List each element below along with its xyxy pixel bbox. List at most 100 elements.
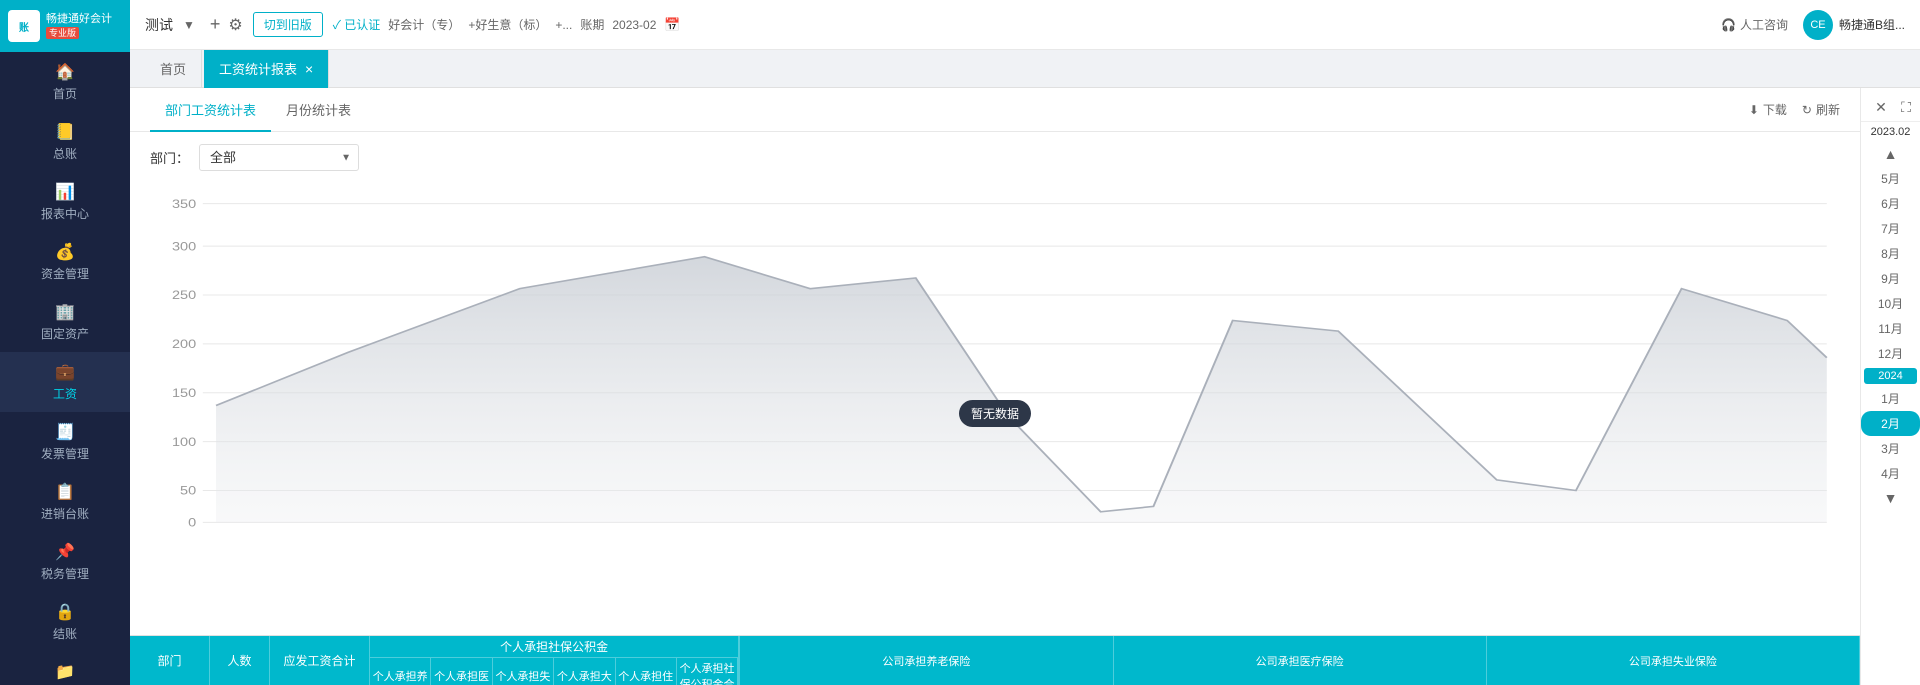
logo-icon: 账 [8, 10, 40, 42]
month-5[interactable]: 5月 [1861, 166, 1920, 191]
table-header: 部门 人数 应发工资合计 个人承担社保公积金 个人承担养老保险 个人承担医疗保险… [130, 635, 1860, 685]
month-6[interactable]: 6月 [1861, 191, 1920, 216]
th-personal-total: 个人承担社保公积金合计 [677, 658, 738, 685]
ledger-icon: 📒 [55, 122, 75, 142]
invoice-icon: 🧾 [55, 422, 75, 442]
svg-text:150: 150 [172, 386, 196, 399]
logo-text: 畅捷通好会计 专业版 [46, 12, 112, 41]
sidebar-item-close[interactable]: 🔒 结账 [0, 592, 130, 652]
close-accounts-icon: 🔒 [55, 602, 75, 622]
svg-text:350: 350 [172, 197, 196, 210]
topbar-actions: + ⚙ [210, 14, 243, 35]
filter-bar: 部门： 全部 财务部 技术部 销售部 人事部 [130, 132, 1860, 183]
svg-text:0: 0 [188, 516, 196, 529]
dept-select[interactable]: 全部 财务部 技术部 销售部 人事部 [199, 144, 359, 171]
sidebar-item-ledger[interactable]: 📒 总账 [0, 112, 130, 172]
month-4[interactable]: 4月 [1861, 461, 1920, 486]
calendar-icon[interactable]: 📅 [664, 17, 680, 33]
th-personal-major-medical: 个人承担大额医疗 [554, 658, 615, 685]
avatar: CE [1803, 10, 1833, 40]
th-personal-housing-fund: 个人承担住房公积金 [616, 658, 677, 685]
th-personal-pension: 个人承担养老保险 [370, 658, 431, 685]
tab-salary-report[interactable]: 工资统计报表 × [204, 50, 329, 88]
sidebar-nav: 🏠 首页 📒 总账 📊 报表中心 💰 资金管理 🏢 固定资产 💼 工资 🧾 发票… [0, 52, 130, 685]
sidebar-item-reports[interactable]: 📊 报表中心 [0, 172, 130, 232]
tab-close-icon[interactable]: × [305, 61, 313, 77]
sidebar-item-home[interactable]: 🏠 首页 [0, 52, 130, 112]
svg-text:300: 300 [172, 240, 196, 253]
main-content: 测试 ▼ + ⚙ 切到旧版 ✓ 已认证 好会计（专） +好生意（标） +... … [130, 0, 1920, 685]
th-company-medical: 公司承担医疗保险 [1114, 636, 1487, 685]
year-label: 2023.02 [1861, 122, 1920, 142]
th-total-salary: 应发工资合计 [270, 636, 370, 685]
month-9[interactable]: 9月 [1861, 266, 1920, 291]
month-7[interactable]: 7月 [1861, 216, 1920, 241]
subtab-bar: 部门工资统计表 月份统计表 ⬇ 下载 ↻ 刷新 [130, 88, 1860, 132]
sidebar-item-salary[interactable]: 💼 工资 [0, 352, 130, 412]
th-personal-group: 个人承担社保公积金 个人承担养老保险 个人承担医疗保险 个人承担失业保险 个人承… [370, 636, 739, 685]
prev-year-button[interactable]: ▲ [1879, 142, 1903, 166]
next-year-button[interactable]: ▼ [1879, 486, 1903, 510]
month-11[interactable]: 11月 [1861, 316, 1920, 341]
month-1[interactable]: 1月 [1861, 386, 1920, 411]
refresh-button[interactable]: ↻ 刷新 [1802, 101, 1840, 118]
panel-top: ✕ ⛶ [1861, 93, 1920, 122]
chart-tooltip: 暂无数据 [959, 400, 1031, 427]
th-company-unemployment: 公司承担失业保险 [1487, 636, 1860, 685]
sidebar-item-tax[interactable]: 📌 税务管理 [0, 532, 130, 592]
gear-icon[interactable]: ⚙ [228, 15, 242, 35]
assets-icon: 🏢 [55, 302, 75, 322]
user-area: CE 畅捷通B组... [1803, 10, 1905, 40]
download-button[interactable]: ⬇ 下载 [1749, 101, 1787, 118]
good-biz-badge: +好生意（标） [468, 16, 547, 33]
right-panel: ✕ ⛶ 2023.02 ▲ 5月 6月 7月 8月 9月 10月 11月 12月… [1860, 88, 1920, 685]
subtab-month[interactable]: 月份统计表 [271, 88, 366, 132]
chart-area: 350 300 250 200 150 100 50 0 [130, 183, 1860, 635]
archive-icon: 📁 [55, 662, 75, 682]
company-name: 测试 [145, 15, 173, 35]
salary-icon: 💼 [55, 362, 75, 382]
company-dropdown[interactable]: ▼ [183, 18, 195, 32]
add-icon[interactable]: + [210, 14, 221, 35]
download-icon: ⬇ [1749, 103, 1759, 117]
tabbar: 首页 工资统计报表 × [130, 50, 1920, 88]
sidebar-item-sales[interactable]: 📋 进销台账 [0, 472, 130, 532]
svg-text:200: 200 [172, 337, 196, 350]
expand-panel-icon[interactable]: ⛶ [1896, 97, 1916, 117]
month-12[interactable]: 12月 [1861, 341, 1920, 366]
th-personal-unemployment: 个人承担失业保险 [493, 658, 554, 685]
certified-badge: ✓ 已认证 [333, 16, 381, 33]
month-10[interactable]: 10月 [1861, 291, 1920, 316]
sidebar-item-archive[interactable]: 📁 归档管理 [0, 652, 130, 685]
subtabs: 部门工资统计表 月份统计表 [150, 88, 366, 131]
refresh-icon: ↻ [1802, 103, 1812, 117]
topbar-status: ✓ 已认证 好会计（专） +好生意（标） +... 账期 2023-02 📅 [333, 16, 1711, 33]
svg-text:100: 100 [172, 435, 196, 448]
th-dept: 部门 [130, 636, 210, 685]
reports-icon: 📊 [55, 182, 75, 202]
sidebar: 账 畅捷通好会计 专业版 🏠 首页 📒 总账 📊 报表中心 💰 资金管理 🏢 固… [0, 0, 130, 685]
user-name[interactable]: 畅捷通B组... [1839, 16, 1905, 33]
th-count: 人数 [210, 636, 270, 685]
salary-chart: 350 300 250 200 150 100 50 0 [150, 193, 1840, 533]
subtab-dept[interactable]: 部门工资统计表 [150, 88, 271, 132]
subtab-actions: ⬇ 下载 ↻ 刷新 [1749, 101, 1840, 118]
service-button[interactable]: 🎧 人工咨询 [1721, 16, 1788, 33]
switch-mode-button[interactable]: 切到旧版 [253, 12, 323, 37]
tab-home[interactable]: 首页 [145, 50, 202, 88]
svg-text:50: 50 [180, 484, 196, 497]
tax-icon: 📌 [55, 542, 75, 562]
sidebar-item-invoice[interactable]: 🧾 发票管理 [0, 412, 130, 472]
app-logo: 账 畅捷通好会计 专业版 [0, 0, 130, 52]
month-8[interactable]: 8月 [1861, 241, 1920, 266]
month-2-active[interactable]: 2月 [1861, 411, 1920, 436]
sidebar-item-funds[interactable]: 💰 资金管理 [0, 232, 130, 292]
period-value: 2023-02 [612, 18, 656, 32]
month-3[interactable]: 3月 [1861, 436, 1920, 461]
th-personal-cells: 个人承担养老保险 个人承担医疗保险 个人承担失业保险 个人承担大额医疗 个人承担… [370, 658, 738, 685]
topbar-right: 🎧 人工咨询 CE 畅捷通B组... [1721, 10, 1905, 40]
close-panel-icon[interactable]: ✕ [1871, 97, 1891, 117]
content-main: 部门工资统计表 月份统计表 ⬇ 下载 ↻ 刷新 [130, 88, 1860, 685]
sidebar-item-assets[interactable]: 🏢 固定资产 [0, 292, 130, 352]
sales-icon: 📋 [55, 482, 75, 502]
